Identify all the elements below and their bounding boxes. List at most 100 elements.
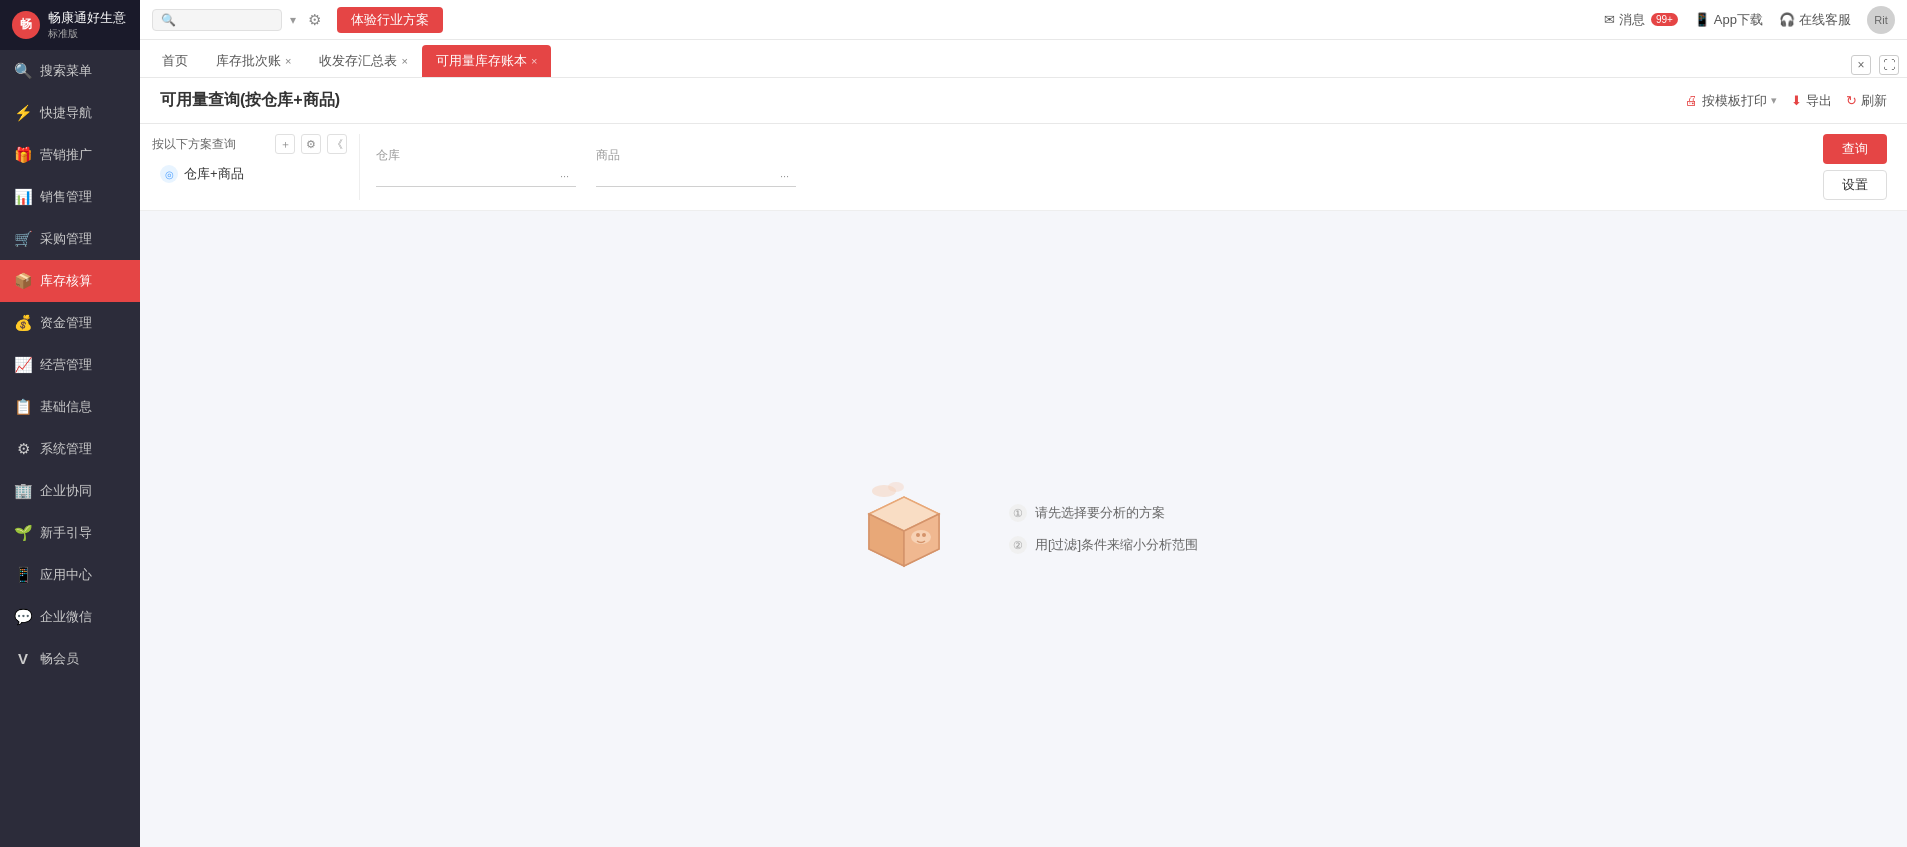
refresh-label: 刷新: [1861, 92, 1887, 110]
sidebar-item-label: 营销推广: [40, 146, 92, 164]
sidebar-item-basic-info[interactable]: 📋 基础信息: [0, 386, 140, 428]
user-avatar[interactable]: Rit: [1867, 6, 1895, 34]
sidebar-item-label: 资金管理: [40, 314, 92, 332]
warehouse-field: 仓库 ···: [376, 147, 576, 187]
filter-scheme-panel: 按以下方案查询 ＋ ⚙ 《 ◎ 仓库+商品: [140, 134, 360, 200]
export-button[interactable]: ⬇ 导出: [1791, 92, 1832, 110]
sidebar-item-finance[interactable]: 💰 资金管理: [0, 302, 140, 344]
search-input[interactable]: [180, 13, 270, 27]
page-header: 可用量查询(按仓库+商品) 🖨 按模板打印 ▾ ⬇ 导出 ↻ 刷新: [140, 78, 1907, 124]
print-template-button[interactable]: 🖨 按模板打印 ▾: [1685, 92, 1777, 110]
sidebar-item-search[interactable]: 🔍 搜索菜单: [0, 50, 140, 92]
sidebar-item-newbie[interactable]: 🌱 新手引导: [0, 512, 140, 554]
page-content: 可用量查询(按仓库+商品) 🖨 按模板打印 ▾ ⬇ 导出 ↻ 刷新: [140, 78, 1907, 847]
topbar: 🔍 ▾ ⚙ 体验行业方案 ✉ 消息 99+ 📱 App下载 🎧 在线客服 Rit: [140, 0, 1907, 40]
sidebar-item-label: 快捷导航: [40, 104, 92, 122]
scheme-icon: ◎: [160, 165, 178, 183]
brand-header: 畅 畅康通好生意 标准版: [0, 0, 140, 50]
empty-hint-1-text: 请先选择要分析的方案: [1035, 504, 1165, 522]
page-header-actions: 🖨 按模板打印 ▾ ⬇ 导出 ↻ 刷新: [1685, 92, 1887, 110]
tab-recv-summary[interactable]: 收发存汇总表 ×: [305, 45, 421, 77]
empty-hint-2: ② 用[过滤]条件来缩小分析范围: [1009, 536, 1198, 554]
trial-industry-button[interactable]: 体验行业方案: [337, 7, 443, 33]
tabbar: 首页 库存批次账 × 收发存汇总表 × 可用量库存账本 × × ⛶: [140, 40, 1907, 78]
add-scheme-button[interactable]: ＋: [275, 134, 295, 154]
topbar-right: ✉ 消息 99+ 📱 App下载 🎧 在线客服 Rit: [1604, 6, 1895, 34]
phone-icon: 📱: [1694, 12, 1710, 27]
tab-available-ledger-label: 可用量库存账本: [436, 52, 527, 70]
sidebar-item-quick-nav[interactable]: ⚡ 快捷导航: [0, 92, 140, 134]
product-input[interactable]: [596, 168, 776, 183]
filter-scheme-header: 按以下方案查询 ＋ ⚙ 《: [152, 134, 347, 154]
online-service-button[interactable]: 🎧 在线客服: [1779, 11, 1851, 29]
message-icon: ✉: [1604, 12, 1615, 27]
sidebar-item-vip[interactable]: V 畅会员: [0, 638, 140, 680]
sidebar-item-system[interactable]: ⚙ 系统管理: [0, 428, 140, 470]
lightning-icon: ⚡: [14, 104, 32, 122]
close-window-button[interactable]: ×: [1851, 55, 1871, 75]
expand-window-button[interactable]: ⛶: [1879, 55, 1899, 75]
tab-close-icon[interactable]: ×: [531, 55, 537, 67]
export-icon: ⬇: [1791, 93, 1802, 108]
tab-batch-ledger[interactable]: 库存批次账 ×: [202, 45, 305, 77]
product-input-wrap: ···: [596, 168, 796, 187]
product-field: 商品 ···: [596, 147, 796, 187]
empty-hint-2-text: 用[过滤]条件来缩小分析范围: [1035, 536, 1198, 554]
warehouse-input[interactable]: [376, 168, 556, 183]
filter-scheme-icons: ＋ ⚙ 《: [275, 134, 347, 154]
tab-home-label: 首页: [162, 52, 188, 70]
sidebar: 畅 畅康通好生意 标准版 🔍 搜索菜单 ⚡ 快捷导航 🎁 营销推广 📊 销售管理…: [0, 0, 140, 847]
filter-actions: 查询 设置: [1823, 134, 1891, 200]
scheme-warehouse-product[interactable]: ◎ 仓库+商品: [152, 160, 347, 188]
sidebar-item-label: 搜索菜单: [40, 62, 92, 80]
search-box[interactable]: 🔍: [152, 9, 282, 31]
sprout-icon: 🌱: [14, 524, 32, 542]
brand-icon: 畅: [12, 11, 40, 39]
sidebar-item-label: 库存核算: [40, 272, 92, 290]
sidebar-item-operations[interactable]: 📈 经营管理: [0, 344, 140, 386]
warehouse-more-button[interactable]: ···: [560, 170, 569, 182]
empty-hints: ① 请先选择要分析的方案 ② 用[过滤]条件来缩小分析范围: [1009, 504, 1198, 554]
app-download-button[interactable]: 📱 App下载: [1694, 11, 1763, 29]
empty-state: ① 请先选择要分析的方案 ② 用[过滤]条件来缩小分析范围: [140, 211, 1907, 847]
sidebar-item-label: 基础信息: [40, 398, 92, 416]
tab-close-icon[interactable]: ×: [401, 55, 407, 67]
scheme-label: 仓库+商品: [184, 165, 244, 183]
export-label: 导出: [1806, 92, 1832, 110]
chevron-down-icon[interactable]: ▾: [290, 13, 296, 27]
product-more-button[interactable]: ···: [780, 170, 789, 182]
sidebar-item-enterprise[interactable]: 🏢 企业协同: [0, 470, 140, 512]
cart-icon: 🛒: [14, 230, 32, 248]
sidebar-item-enterprise-wechat[interactable]: 💬 企业微信: [0, 596, 140, 638]
sidebar-item-inventory[interactable]: 📦 库存核算: [0, 260, 140, 302]
collapse-scheme-button[interactable]: 《: [327, 134, 347, 154]
filter-panel: 按以下方案查询 ＋ ⚙ 《 ◎ 仓库+商品 仓库 ·: [140, 124, 1907, 211]
print-icon: 🖨: [1685, 93, 1698, 108]
tab-recv-summary-label: 收发存汇总表: [319, 52, 397, 70]
sidebar-item-label: 新手引导: [40, 524, 92, 542]
settings-scheme-button[interactable]: ⚙: [301, 134, 321, 154]
settings-icon[interactable]: ⚙: [308, 11, 321, 29]
brand-version: 标准版: [48, 27, 126, 40]
chart-icon: 📊: [14, 188, 32, 206]
sidebar-item-sales[interactable]: 📊 销售管理: [0, 176, 140, 218]
sidebar-item-label: 销售管理: [40, 188, 92, 206]
message-badge: 99+: [1651, 13, 1678, 26]
gear-icon: ⚙: [14, 440, 32, 458]
money-icon: 💰: [14, 314, 32, 332]
query-button[interactable]: 查询: [1823, 134, 1887, 164]
svg-point-5: [916, 533, 920, 537]
message-label: 消息: [1619, 11, 1645, 29]
filter-scheme-title: 按以下方案查询: [152, 136, 236, 153]
message-button[interactable]: ✉ 消息 99+: [1604, 11, 1678, 29]
warehouse-label: 仓库: [376, 147, 576, 164]
filter-settings-button[interactable]: 设置: [1823, 170, 1887, 200]
sidebar-item-app-center[interactable]: 📱 应用中心: [0, 554, 140, 596]
refresh-button[interactable]: ↻ 刷新: [1846, 92, 1887, 110]
tab-available-ledger[interactable]: 可用量库存账本 ×: [422, 45, 551, 77]
tab-close-icon[interactable]: ×: [285, 55, 291, 67]
tab-home[interactable]: 首页: [148, 45, 202, 77]
sidebar-item-marketing[interactable]: 🎁 营销推广: [0, 134, 140, 176]
svg-point-8: [888, 482, 904, 492]
sidebar-item-purchase[interactable]: 🛒 采购管理: [0, 218, 140, 260]
